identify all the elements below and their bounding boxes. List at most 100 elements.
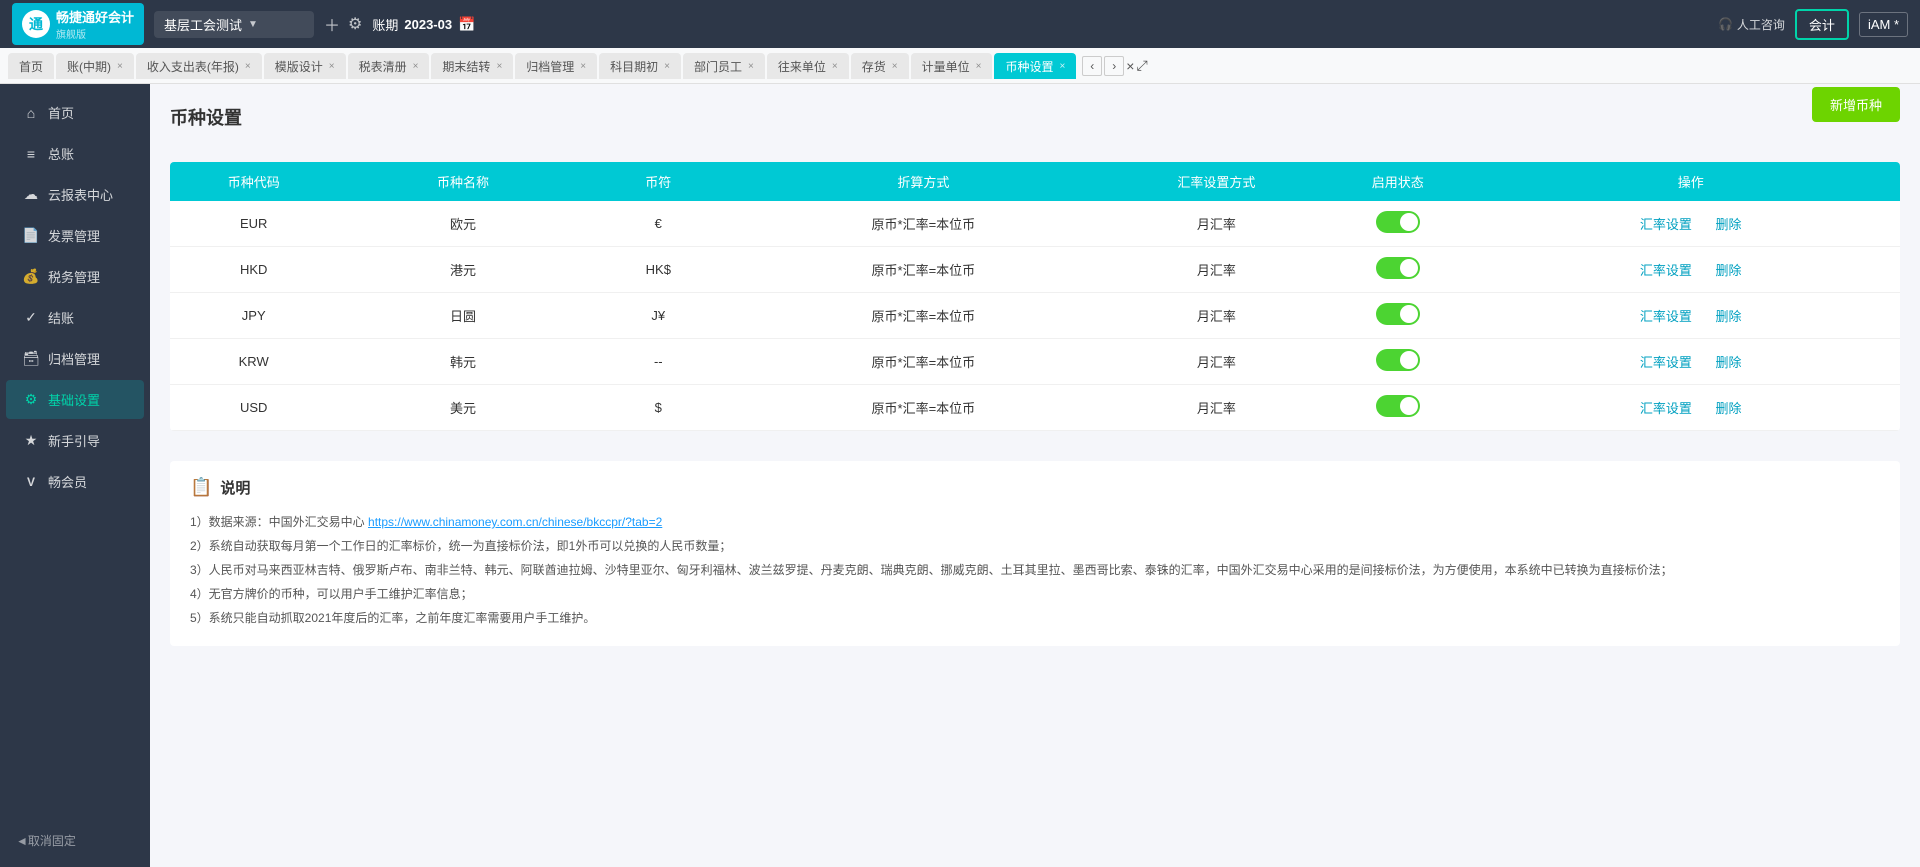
tab-unit[interactable]: 计量单位 × xyxy=(911,53,993,79)
sidebar-item-home[interactable]: ⌂ 首页 xyxy=(6,93,144,132)
tab-dept-staff-close[interactable]: × xyxy=(748,61,754,72)
sidebar-item-invoice[interactable]: 📄 发票管理 xyxy=(6,216,144,255)
sidebar-item-reports[interactable]: ☁ 云报表中心 xyxy=(6,175,144,214)
content-area: 币种设置 新增币种 币种代码 币种名称 币符 折算方式 汇率设置方式 启用状态 … xyxy=(150,84,1920,867)
toggle-4[interactable] xyxy=(1376,395,1420,417)
cell-op-4: 汇率设置 删除 xyxy=(1481,385,1900,431)
tab-currency-close[interactable]: × xyxy=(1059,61,1065,72)
sidebar-item-invoice-label: 发票管理 xyxy=(48,226,100,245)
cell-status-4[interactable] xyxy=(1314,385,1481,431)
tab-tax-table[interactable]: 税表清册 × xyxy=(348,53,430,79)
cell-method-1: 原币*汇率=本位币 xyxy=(728,247,1119,293)
tab-tax-table-label: 税表清册 xyxy=(359,58,407,75)
sidebar-item-guide[interactable]: ★ 新手引导 xyxy=(6,421,144,460)
rate-setting-link-0[interactable]: 汇率设置 xyxy=(1640,217,1692,232)
cell-status-0[interactable] xyxy=(1314,201,1481,247)
sidebar-item-reports-label: 云报表中心 xyxy=(48,185,113,204)
rate-setting-link-3[interactable]: 汇率设置 xyxy=(1640,355,1692,370)
project-dropdown-arrow: ▼ xyxy=(248,19,258,30)
sidebar-collapse-button[interactable]: ◄取消固定 xyxy=(0,822,150,859)
sidebar-item-guide-label: 新手引导 xyxy=(48,431,100,450)
sidebar-item-home-label: 首页 xyxy=(48,103,74,122)
tab-period-end[interactable]: 期末结转 × xyxy=(431,53,513,79)
tab-template-close[interactable]: × xyxy=(329,61,335,72)
tab-partners[interactable]: 往来单位 × xyxy=(767,53,849,79)
new-currency-button[interactable]: 新增币种 xyxy=(1812,87,1900,122)
tab-annual-report-close[interactable]: × xyxy=(245,61,251,72)
cell-status-1[interactable] xyxy=(1314,247,1481,293)
table-header: 币种代码 币种名称 币符 折算方式 汇率设置方式 启用状态 操作 xyxy=(170,162,1900,201)
logo-text-area: 畅捷通好会计 旗舰版 xyxy=(56,7,134,41)
cell-method-2: 原币*汇率=本位币 xyxy=(728,293,1119,339)
tab-tax-table-close[interactable]: × xyxy=(413,61,419,72)
iam-label: iAM * xyxy=(1859,12,1908,37)
tab-close-all-button[interactable]: × xyxy=(1126,58,1134,74)
sidebar-item-ledger[interactable]: ≡ 总账 xyxy=(6,134,144,173)
headset-icon: 🎧 xyxy=(1718,17,1733,31)
tab-annual-report[interactable]: 收入支出表(年报) × xyxy=(136,53,262,79)
sidebar-item-settings[interactable]: ⚙ 基础设置 xyxy=(6,380,144,419)
notes-link[interactable]: https://www.chinamoney.com.cn/chinese/bk… xyxy=(368,515,662,529)
tab-archive-close[interactable]: × xyxy=(580,61,586,72)
tab-subject-init[interactable]: 科目期初 × xyxy=(599,53,681,79)
cell-method-4: 原币*汇率=本位币 xyxy=(728,385,1119,431)
cell-status-3[interactable] xyxy=(1314,339,1481,385)
tab-navigation: ‹ › × ⤢ xyxy=(1082,56,1147,76)
tab-archive[interactable]: 归档管理 × xyxy=(515,53,597,79)
cell-code-1: HKD xyxy=(170,247,337,293)
tab-mid-period-close[interactable]: × xyxy=(117,61,123,72)
tab-mid-period[interactable]: 账(中期) × xyxy=(56,53,134,79)
tab-currency[interactable]: 币种设置 × xyxy=(994,53,1076,79)
tab-maximize-button[interactable]: ⤢ xyxy=(1136,57,1147,74)
main-layout: ⌂ 首页 ≡ 总账 ☁ 云报表中心 📄 发票管理 💰 税务管理 ✓ 结账 🗃 归… xyxy=(0,84,1920,867)
cell-rate-2: 月汇率 xyxy=(1119,293,1314,339)
cell-rate-3: 月汇率 xyxy=(1119,339,1314,385)
settings-button[interactable]: ⚙ xyxy=(348,14,362,34)
sidebar-item-member[interactable]: V 畅会员 xyxy=(6,462,144,501)
tab-dept-staff[interactable]: 部门员工 × xyxy=(683,53,765,79)
tab-template[interactable]: 模版设计 × xyxy=(264,53,346,79)
rate-setting-link-2[interactable]: 汇率设置 xyxy=(1640,309,1692,324)
delete-link-0[interactable]: 删除 xyxy=(1716,217,1742,232)
cell-op-2: 汇率设置 删除 xyxy=(1481,293,1900,339)
tab-template-label: 模版设计 xyxy=(275,58,323,75)
logo-area[interactable]: 通 畅捷通好会计 旗舰版 xyxy=(12,3,144,45)
delete-link-3[interactable]: 删除 xyxy=(1716,355,1742,370)
tab-unit-close[interactable]: × xyxy=(976,61,982,72)
logo-icon: 通 xyxy=(22,10,50,38)
sidebar-item-archive[interactable]: 🗃 归档管理 xyxy=(6,339,144,378)
cell-status-2[interactable] xyxy=(1314,293,1481,339)
service-button[interactable]: 🎧 人工咨询 xyxy=(1718,16,1785,33)
toggle-3[interactable] xyxy=(1376,349,1420,371)
tab-subject-init-close[interactable]: × xyxy=(664,61,670,72)
cell-name-3: 韩元 xyxy=(337,339,588,385)
ledger-icon: ≡ xyxy=(22,146,40,162)
archive-icon: 🗃 xyxy=(22,350,40,367)
top-header: 通 畅捷通好会计 旗舰版 基层工会测试 ▼ ＋ ⚙ 账期 2023-03 📅 🎧… xyxy=(0,0,1920,48)
cell-symbol-4: $ xyxy=(589,385,729,431)
tab-home[interactable]: 首页 xyxy=(8,53,54,79)
project-selector[interactable]: 基层工会测试 ▼ xyxy=(154,11,314,38)
toggle-1[interactable] xyxy=(1376,257,1420,279)
sidebar-item-checkout[interactable]: ✓ 结账 xyxy=(6,298,144,337)
add-tab-button[interactable]: ＋ xyxy=(324,12,340,36)
toggle-0[interactable] xyxy=(1376,211,1420,233)
calendar-icon[interactable]: 📅 xyxy=(458,16,475,33)
rate-setting-link-1[interactable]: 汇率设置 xyxy=(1640,263,1692,278)
tab-next-button[interactable]: › xyxy=(1104,56,1124,76)
delete-link-2[interactable]: 删除 xyxy=(1716,309,1742,324)
delete-link-1[interactable]: 删除 xyxy=(1716,263,1742,278)
sidebar-item-archive-label: 归档管理 xyxy=(48,349,100,368)
tab-prev-button[interactable]: ‹ xyxy=(1082,56,1102,76)
rate-setting-link-4[interactable]: 汇率设置 xyxy=(1640,401,1692,416)
cell-code-3: KRW xyxy=(170,339,337,385)
tab-inventory-close[interactable]: × xyxy=(892,61,898,72)
delete-link-4[interactable]: 删除 xyxy=(1716,401,1742,416)
sidebar-item-tax[interactable]: 💰 税务管理 xyxy=(6,257,144,296)
toggle-2[interactable] xyxy=(1376,303,1420,325)
account-button[interactable]: 会计 xyxy=(1795,9,1849,40)
tab-partners-close[interactable]: × xyxy=(832,61,838,72)
sidebar-item-member-label: 畅会员 xyxy=(48,472,87,491)
tab-inventory[interactable]: 存货 × xyxy=(851,53,909,79)
tab-period-end-close[interactable]: × xyxy=(496,61,502,72)
